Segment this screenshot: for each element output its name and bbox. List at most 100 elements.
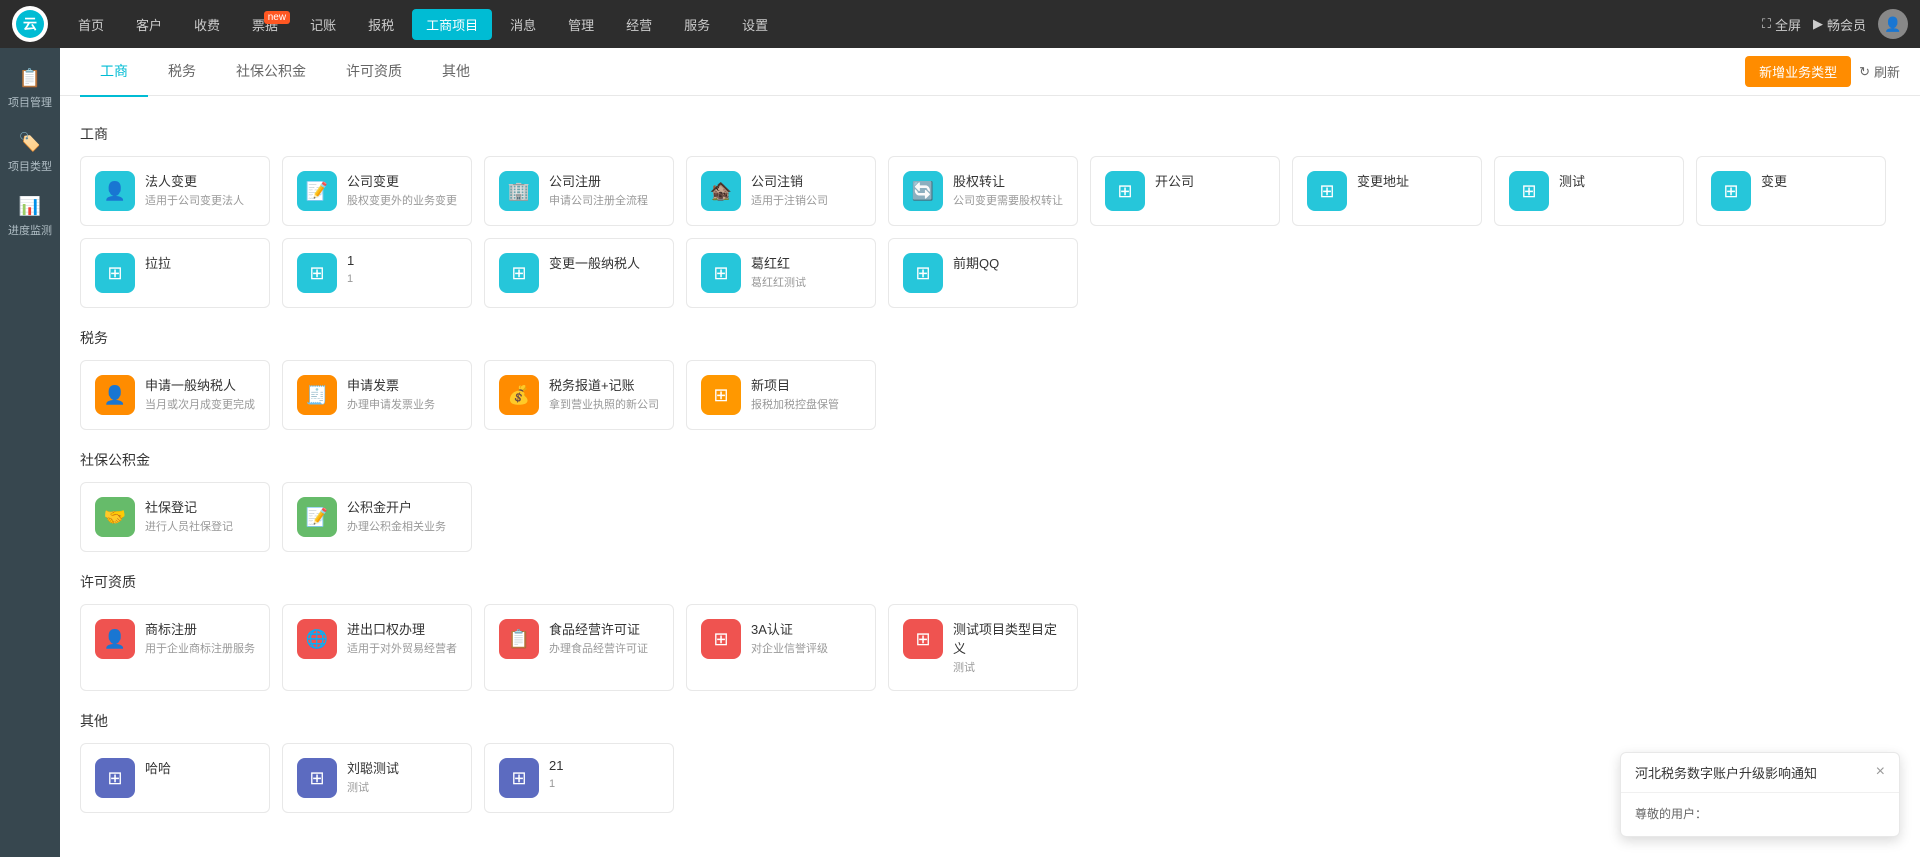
card-name: 股权转让 (953, 171, 1063, 190)
card-icon: 🧾 (297, 375, 337, 415)
card-商标注册[interactable]: 👤 商标注册 用于企业商标注册服务 (80, 604, 270, 691)
card-测试[interactable]: ⊞ 测试 (1494, 156, 1684, 226)
nav-item-消息[interactable]: 消息 (496, 9, 550, 40)
sidebar-label: 项目管理 (8, 94, 52, 110)
top-navigation: 云 首页客户收费票据new记账报税工商项目消息管理经营服务设置 ⛶ 全屏 ▶ 畅… (0, 0, 1920, 48)
card-公司注册[interactable]: 🏢 公司注册 申请公司注册全流程 (484, 156, 674, 226)
card-股权转让[interactable]: 🔄 股权转让 公司变更需要股权转让 (888, 156, 1078, 226)
sidebar-item-项目类型[interactable]: 🏷️ 项目类型 (0, 120, 60, 184)
member-icon: ▶ (1813, 16, 1823, 32)
notification-close-button[interactable]: × (1876, 763, 1885, 781)
card-1[interactable]: ⊞ 1 1 (282, 238, 472, 308)
sidebar: 📋 项目管理 🏷️ 项目类型 📊 进度监测 (0, 48, 60, 857)
tab-许可资质[interactable]: 许可资质 (326, 47, 422, 97)
card-变更[interactable]: ⊞ 变更 (1696, 156, 1886, 226)
nav-item-工商项目[interactable]: 工商项目 (412, 9, 492, 40)
card-公积金开户[interactable]: 📝 公积金开户 办理公积金相关业务 (282, 482, 472, 552)
card-icon: ⊞ (903, 253, 943, 293)
nav-item-服务[interactable]: 服务 (670, 9, 724, 40)
card-新项目[interactable]: ⊞ 新项目 报税加税控盘保管 (686, 360, 876, 430)
card-21[interactable]: ⊞ 21 1 (484, 743, 674, 813)
nav-item-设置[interactable]: 设置 (728, 9, 782, 40)
card-info: 变更 (1761, 171, 1871, 194)
card-变更地址[interactable]: ⊞ 变更地址 (1292, 156, 1482, 226)
nav-item-管理[interactable]: 管理 (554, 9, 608, 40)
card-税务报道+记账[interactable]: 💰 税务报道+记账 拿到营业执照的新公司 (484, 360, 674, 430)
sidebar-item-进度监测[interactable]: 📊 进度监测 (0, 184, 60, 248)
card-name: 法人变更 (145, 171, 255, 190)
tab-税务[interactable]: 税务 (148, 47, 216, 97)
card-icon: ⊞ (297, 253, 337, 293)
card-测试项目类型目定义[interactable]: ⊞ 测试项目类型目定义 测试 (888, 604, 1078, 691)
cards-row-许可资质: 👤 商标注册 用于企业商标注册服务 🌐 进出口权办理 适用于对外贸易经营者 📋 … (80, 604, 1900, 691)
refresh-icon: ↻ (1859, 64, 1870, 80)
card-食品经营许可证[interactable]: 📋 食品经营许可证 办理食品经营许可证 (484, 604, 674, 691)
card-info: 1 1 (347, 253, 457, 287)
nav-item-客户[interactable]: 客户 (122, 9, 176, 40)
sidebar-label: 进度监测 (8, 222, 52, 238)
card-name: 公司注册 (549, 171, 659, 190)
card-icon: 👤 (95, 171, 135, 211)
card-葛红红[interactable]: ⊞ 葛红红 葛红红测试 (686, 238, 876, 308)
card-info: 商标注册 用于企业商标注册服务 (145, 619, 255, 657)
member-btn[interactable]: ▶ 畅会员 (1813, 15, 1866, 34)
nav-item-票据[interactable]: 票据new (238, 9, 292, 40)
card-公司注销[interactable]: 🏚️ 公司注销 适用于注销公司 (686, 156, 876, 226)
tab-其他[interactable]: 其他 (422, 47, 490, 97)
card-name: 3A认证 (751, 619, 861, 638)
tab-工商[interactable]: 工商 (80, 47, 148, 97)
card-desc: 1 (549, 777, 659, 792)
tab-list: 工商税务社保公积金许可资质其他 (80, 47, 1745, 97)
card-name: 申请发票 (347, 375, 457, 394)
nav-item-报税[interactable]: 报税 (354, 9, 408, 40)
card-info: 测试项目类型目定义 测试 (953, 619, 1063, 676)
card-desc: 股权变更外的业务变更 (347, 194, 457, 209)
card-变更一般纳税人[interactable]: ⊞ 变更一般纳税人 (484, 238, 674, 308)
card-info: 公司注册 申请公司注册全流程 (549, 171, 659, 209)
card-社保登记[interactable]: 🤝 社保登记 进行人员社保登记 (80, 482, 270, 552)
section-title-工商: 工商 (80, 124, 1900, 144)
nav-item-经营[interactable]: 经营 (612, 9, 666, 40)
fullscreen-btn[interactable]: ⛶ 全屏 (1762, 15, 1801, 34)
sidebar-item-项目管理[interactable]: 📋 项目管理 (0, 56, 60, 120)
card-name: 变更 (1761, 171, 1871, 190)
user-avatar[interactable]: 👤 (1878, 9, 1908, 39)
nav-items: 首页客户收费票据new记账报税工商项目消息管理经营服务设置 (64, 9, 1762, 40)
card-前期QQ[interactable]: ⊞ 前期QQ (888, 238, 1078, 308)
card-icon: 🌐 (297, 619, 337, 659)
card-刘聪测试[interactable]: ⊞ 刘聪测试 测试 (282, 743, 472, 813)
card-哈哈[interactable]: ⊞ 哈哈 (80, 743, 270, 813)
card-desc: 用于企业商标注册服务 (145, 642, 255, 657)
card-name: 刘聪测试 (347, 758, 457, 777)
fullscreen-icon: ⛶ (1762, 16, 1771, 32)
notification-title: 河北税务数字账户升级影响通知 (1635, 763, 1817, 782)
card-desc: 对企业信誉评级 (751, 642, 861, 657)
refresh-button[interactable]: ↻ 刷新 (1859, 62, 1900, 81)
card-name: 社保登记 (145, 497, 255, 516)
cards-row-社保公积金: 🤝 社保登记 进行人员社保登记 📝 公积金开户 办理公积金相关业务 (80, 482, 1900, 552)
new-type-button[interactable]: 新增业务类型 (1745, 56, 1851, 87)
card-icon: ⊞ (1509, 171, 1549, 211)
notification-body-text: 尊敬的用户： (1635, 807, 1707, 821)
nav-item-收费[interactable]: 收费 (180, 9, 234, 40)
card-3A认证[interactable]: ⊞ 3A认证 对企业信誉评级 (686, 604, 876, 691)
logo-icon: 云 (16, 10, 44, 38)
nav-item-记账[interactable]: 记账 (296, 9, 350, 40)
card-info: 拉拉 (145, 253, 255, 276)
card-进出口权办理[interactable]: 🌐 进出口权办理 适用于对外贸易经营者 (282, 604, 472, 691)
card-开公司[interactable]: ⊞ 开公司 (1090, 156, 1280, 226)
sidebar-icon: 🏷️ (18, 130, 42, 154)
card-desc: 报税加税控盘保管 (751, 398, 861, 413)
card-desc: 1 (347, 272, 457, 287)
card-申请发票[interactable]: 🧾 申请发票 办理申请发票业务 (282, 360, 472, 430)
section-title-其他: 其他 (80, 711, 1900, 731)
logo[interactable]: 云 (12, 6, 48, 42)
card-icon: 👤 (95, 619, 135, 659)
card-name: 测试项目类型目定义 (953, 619, 1063, 657)
card-拉拉[interactable]: ⊞ 拉拉 (80, 238, 270, 308)
card-公司变更[interactable]: 📝 公司变更 股权变更外的业务变更 (282, 156, 472, 226)
nav-item-首页[interactable]: 首页 (64, 9, 118, 40)
tab-社保公积金[interactable]: 社保公积金 (216, 47, 326, 97)
card-法人变更[interactable]: 👤 法人变更 适用于公司变更法人 (80, 156, 270, 226)
card-申请一般纳税人[interactable]: 👤 申请一般纳税人 当月或次月成变更完成 (80, 360, 270, 430)
